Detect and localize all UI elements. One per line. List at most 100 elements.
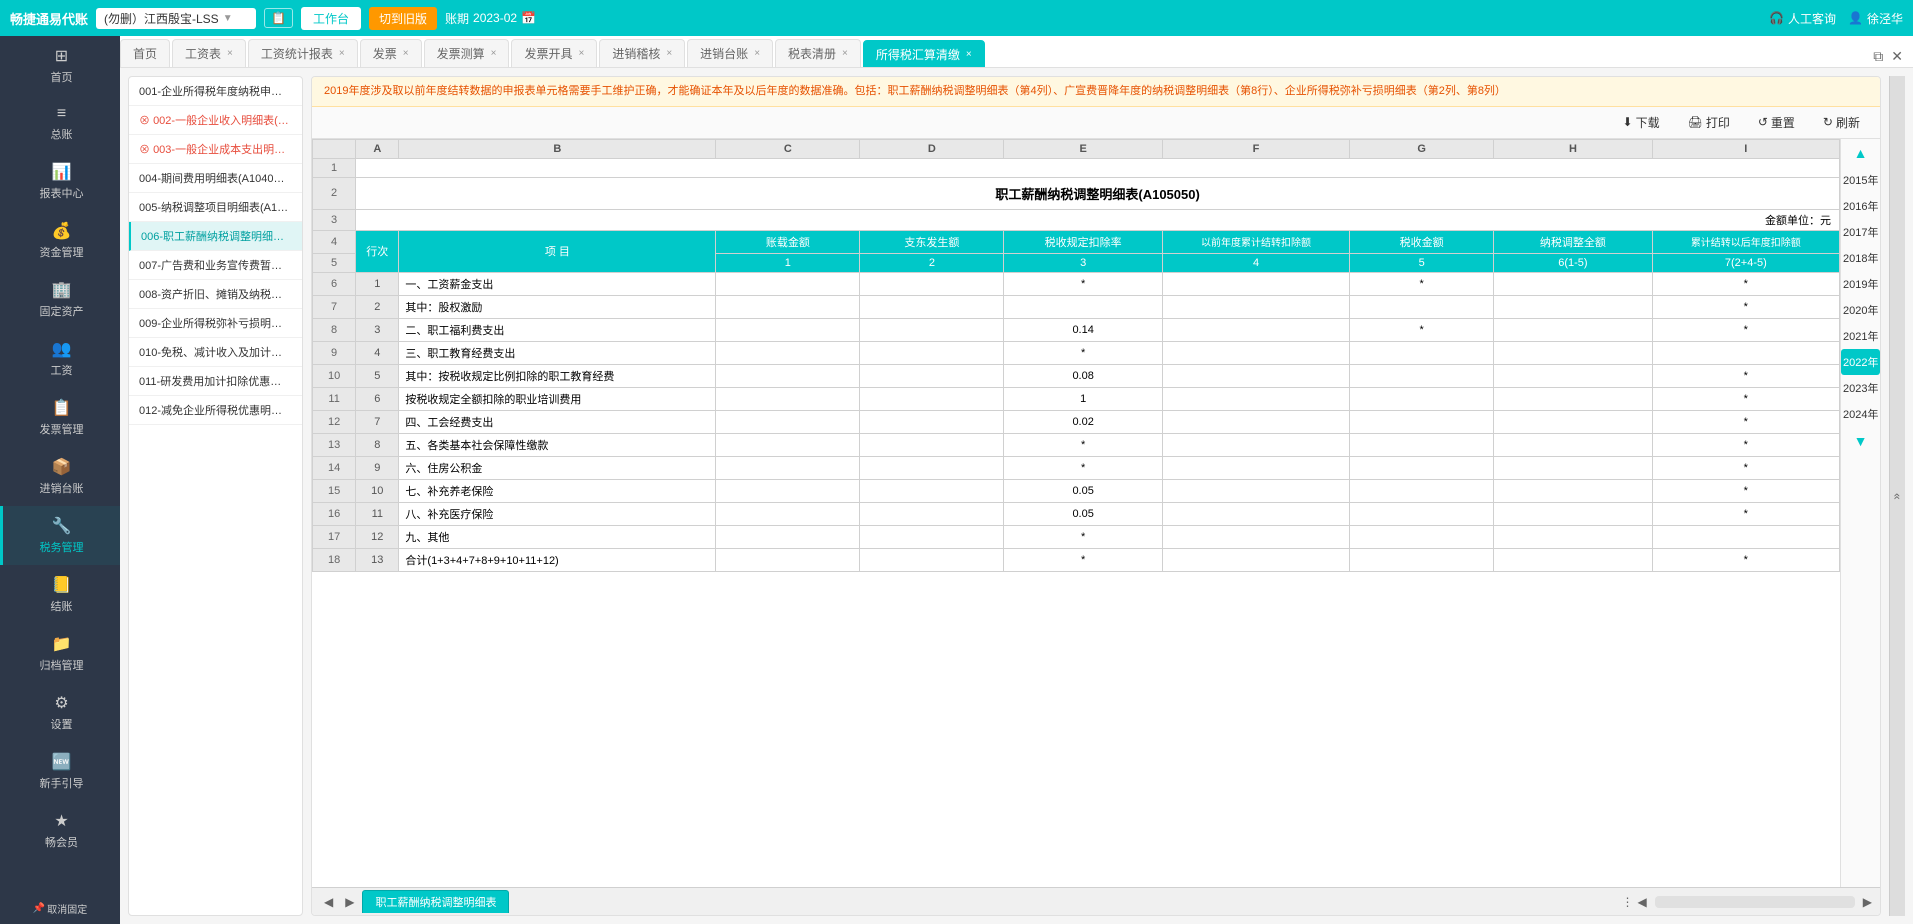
sidebar-item-assets[interactable]: 🏢 固定资产 [0,270,120,329]
cell-3[interactable] [716,295,860,318]
cell-5[interactable]: * [1004,525,1162,548]
cell-4[interactable] [860,272,1004,295]
sheet-scroll-left[interactable]: ◀ [320,893,337,911]
nav-item-001[interactable]: 001-企业所得税年度纳税申… [129,77,302,106]
user-profile-btn[interactable]: 👤 徐泾华 [1848,10,1903,27]
tab-invoice-calc-close[interactable]: × [491,48,497,59]
sidebar-item-closing[interactable]: 📒 结账 [0,565,120,624]
sidebar-item-invoice[interactable]: 📋 发票管理 [0,388,120,447]
sidebar-item-home[interactable]: ⊞ 首页 [0,36,120,95]
cell-9[interactable]: * [1652,318,1839,341]
cell-3[interactable] [716,272,860,295]
cell-8[interactable] [1494,272,1652,295]
year-2019[interactable]: 2019年 [1841,271,1880,297]
calendar-btn[interactable]: 📋 [264,8,293,28]
cell-8[interactable] [1494,318,1652,341]
cell-5[interactable] [1004,295,1162,318]
cell-0[interactable]: 9 [313,341,356,364]
tab-invoice[interactable]: 发票 × [360,39,422,67]
cell-2[interactable]: 五、各类基本社会保障性缴款 [399,433,716,456]
tab-tax-book[interactable]: 税表清册 × [775,39,861,67]
cell-1[interactable]: 5 [356,364,399,387]
cell-1[interactable]: 7 [356,410,399,433]
switch-version-btn[interactable]: 切到旧版 [369,7,437,30]
cell-3[interactable] [716,387,860,410]
cell-3[interactable] [716,456,860,479]
sheet-scroll-bar-right[interactable]: ▶ [1863,895,1872,909]
cell-8[interactable] [1494,479,1652,502]
cell-5[interactable]: * [1004,341,1162,364]
cell-2[interactable]: 其中：股权激励 [399,295,716,318]
workbench-btn[interactable]: 工作台 [301,7,361,30]
company-selector[interactable]: (勿删）江西殷宝-LSS ▼ [96,8,256,29]
cell-8[interactable] [1494,364,1652,387]
cell-9[interactable]: * [1652,502,1839,525]
cell-7[interactable] [1350,525,1494,548]
cell-7[interactable] [1350,502,1494,525]
tab-invoice-issue[interactable]: 发票开具 × [511,39,597,67]
sidebar-item-sales[interactable]: 📦 进销台账 [0,447,120,506]
cell-8[interactable] [1494,548,1652,571]
nav-item-007[interactable]: 007-广告费和业务宣传费暂… [129,251,302,280]
sidebar-item-guide[interactable]: 🆕 新手引导 [0,742,120,801]
cell-1[interactable]: 11 [356,502,399,525]
nav-item-011[interactable]: 011-研发费用加计扣除优惠… [129,367,302,396]
nav-item-009[interactable]: 009-企业所得税弥补亏损明细… [129,309,302,338]
reset-btn[interactable]: ↺ 重置 [1750,111,1803,134]
cell-6[interactable] [1162,364,1349,387]
cell-6[interactable] [1162,318,1349,341]
sheet-scroll-bar-left[interactable]: ◀ [1638,895,1647,909]
cell-5[interactable]: 0.05 [1004,502,1162,525]
tab-invoice-close[interactable]: × [403,48,409,59]
cell-2[interactable]: 九、其他 [399,525,716,548]
tab-inout-ledger[interactable]: 进销台账 × [687,39,773,67]
cell-4[interactable] [860,433,1004,456]
sheet-tab-main[interactable]: 职工薪酬纳税调整明细表 [362,890,509,913]
year-2016[interactable]: 2016年 [1841,193,1880,219]
cell-2[interactable]: 四、工会经费支出 [399,410,716,433]
cell-1[interactable]: 13 [356,548,399,571]
cell-2[interactable]: 七、补充养老保险 [399,479,716,502]
cell-4[interactable] [860,456,1004,479]
cell-2[interactable]: 六、住房公积金 [399,456,716,479]
cell-9[interactable] [1652,341,1839,364]
cell-8[interactable] [1494,295,1652,318]
tab-payroll[interactable]: 工资表 × [172,39,246,67]
cell-5[interactable]: 0.02 [1004,410,1162,433]
year-2018[interactable]: 2018年 [1841,245,1880,271]
cell-6[interactable] [1162,410,1349,433]
sidebar-item-settings[interactable]: ⚙ 设置 [0,683,120,742]
cell-7[interactable] [1350,341,1494,364]
cell-3[interactable] [716,433,860,456]
collapse-btn[interactable]: « [1889,76,1905,916]
cell-6[interactable] [1162,548,1349,571]
cell-4[interactable] [860,364,1004,387]
cell-0[interactable]: 10 [313,364,356,387]
cell-1[interactable]: 6 [356,387,399,410]
cell-5[interactable]: * [1004,272,1162,295]
cell-4[interactable] [860,479,1004,502]
sheet-options-btn[interactable]: ⋮ [1622,895,1634,909]
nav-item-010[interactable]: 010-免税、减计收入及加计… [129,338,302,367]
cell-7[interactable] [1350,456,1494,479]
year-2021[interactable]: 2021年 [1841,323,1880,349]
cell-0[interactable]: 6 [313,272,356,295]
cell-2[interactable]: 其中：按税收规定比例扣除的职工教育经费 [399,364,716,387]
tab-income-tax-close[interactable]: × [966,49,972,60]
nav-item-012[interactable]: 012-减免企业所得税优惠明细(… [129,396,302,425]
cell-9[interactable]: * [1652,295,1839,318]
tab-income-tax[interactable]: 所得税汇算清缴 × [863,40,985,68]
cell-8[interactable] [1494,341,1652,364]
tab-restore-btn[interactable]: ⧉ [1871,46,1885,67]
cell-0[interactable]: 7 [313,295,356,318]
cell-7[interactable] [1350,548,1494,571]
sidebar-item-archive[interactable]: 📁 归档管理 [0,624,120,683]
year-nav-down[interactable]: ▼ [1841,427,1880,455]
cell-6[interactable] [1162,479,1349,502]
sidebar-item-tax[interactable]: 🔧 税务管理 [0,506,120,565]
cell-9[interactable]: * [1652,479,1839,502]
sidebar-item-funds[interactable]: 💰 资金管理 [0,211,120,270]
tab-close-all-btn[interactable]: ✕ [1889,46,1905,67]
cell-0[interactable]: 15 [313,479,356,502]
cell-3[interactable] [716,364,860,387]
